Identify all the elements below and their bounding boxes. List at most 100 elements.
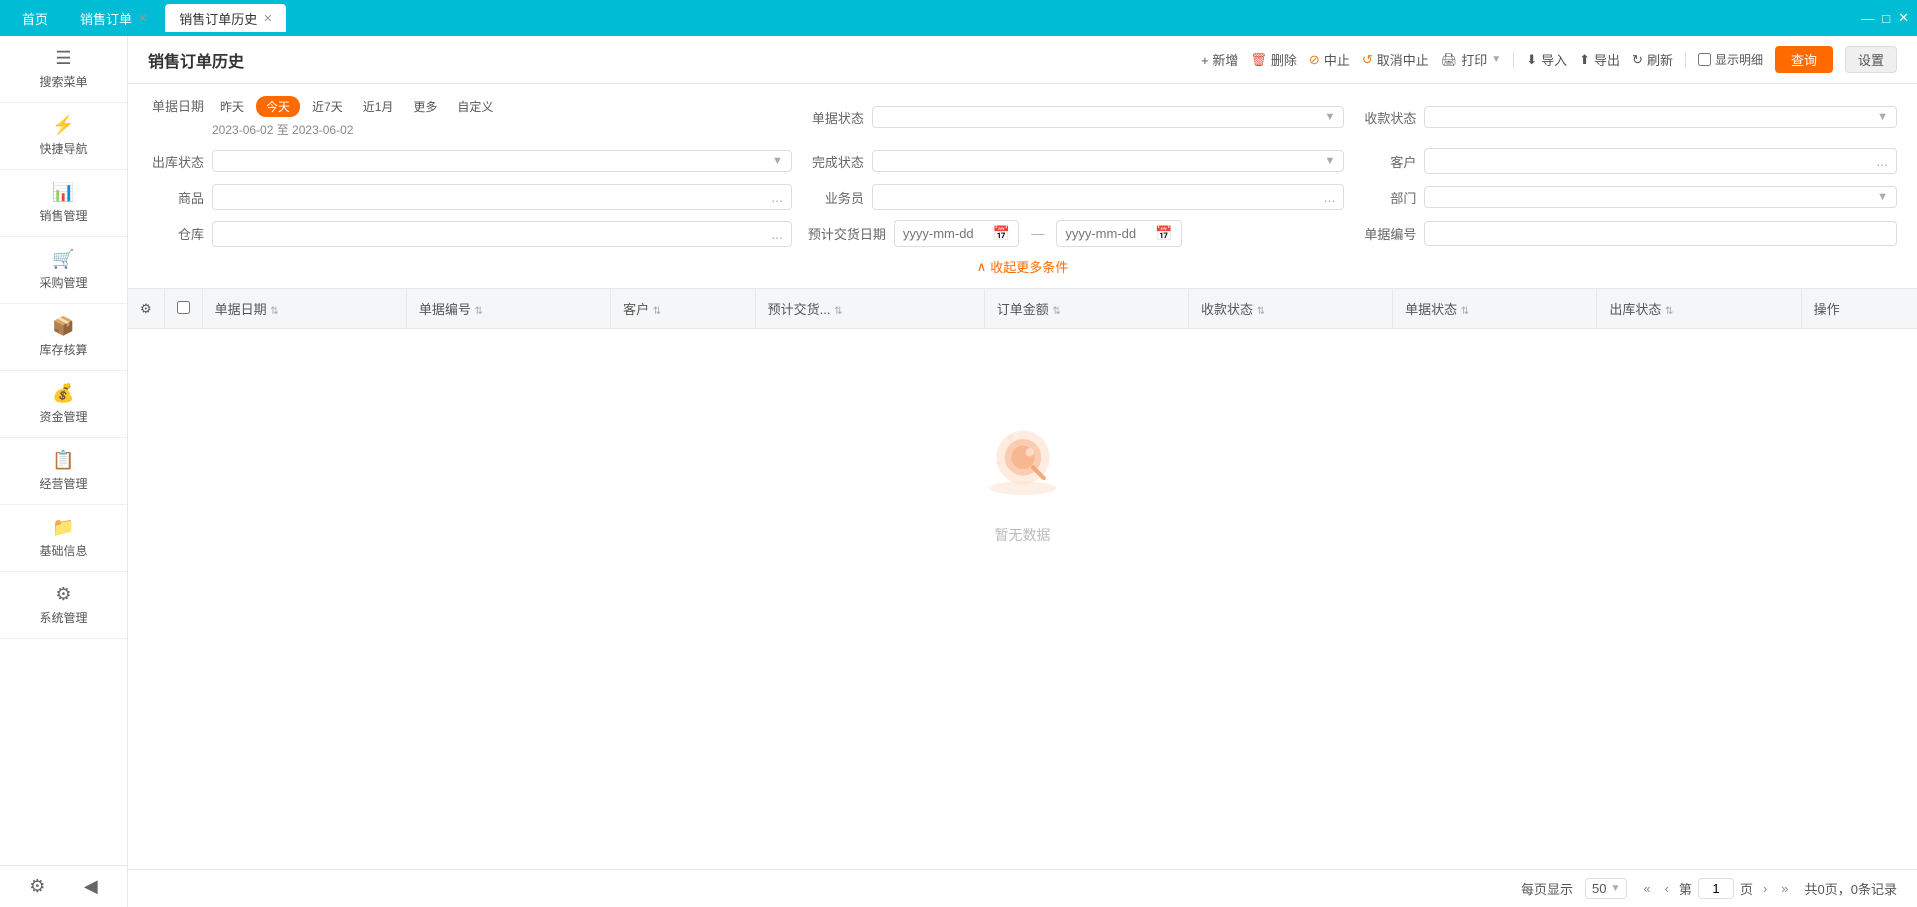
th-order-no-label: 单据编号	[419, 302, 471, 317]
tab-home[interactable]: 首页	[8, 4, 62, 32]
sidebar-item-ops-mgmt[interactable]: 📋 经营管理	[0, 438, 127, 505]
sidebar-toggle-btn[interactable]: ◀	[84, 876, 98, 897]
date-btn-custom[interactable]: 自定义	[449, 96, 501, 117]
outbound-status-select[interactable]: ▼	[212, 150, 792, 172]
delete-button[interactable]: 🗑 删除	[1250, 50, 1297, 69]
sidebar-item-basic-info-label: 基础信息	[39, 542, 87, 559]
collapse-up-icon: ∧	[977, 259, 987, 275]
display-details-input[interactable]	[1698, 53, 1711, 66]
date-btn-1month[interactable]: 近1月	[355, 96, 402, 117]
sidebar-item-stock-check-label: 库存核算	[39, 341, 87, 358]
th-date-sort-icon[interactable]: ⇅	[270, 306, 278, 317]
warehouse-dots-btn[interactable]: ...	[771, 226, 783, 242]
cancel-stop-button[interactable]: ↺ 取消中止	[1362, 50, 1429, 69]
th-customer-sort-icon[interactable]: ⇅	[653, 306, 661, 317]
prev-page-btn[interactable]: ‹	[1661, 879, 1673, 898]
goods-text-input[interactable]	[221, 190, 771, 205]
th-outbound-status-sort-icon[interactable]: ⇅	[1665, 306, 1673, 317]
sidebar-item-purchase-mgmt[interactable]: 🛒 采购管理	[0, 237, 127, 304]
order-no-text-input[interactable]	[1433, 226, 1888, 241]
sidebar-item-search-menu[interactable]: ☰ 搜索菜单	[0, 36, 127, 103]
export-button[interactable]: ⬆ 导出	[1579, 50, 1620, 69]
th-check[interactable]	[164, 289, 202, 329]
print-button[interactable]: 🖨 打印 ▼	[1441, 50, 1501, 69]
refresh-button[interactable]: ↻ 刷新	[1632, 50, 1673, 69]
sidebar-item-sys-mgmt[interactable]: ⚙ 系统管理	[0, 572, 127, 639]
tab-sales-order-close[interactable]: ✕	[138, 12, 147, 25]
select-all-checkbox[interactable]	[177, 301, 190, 314]
page-num-input[interactable]	[1698, 878, 1734, 899]
date-btn-yesterday[interactable]: 昨天	[212, 96, 252, 117]
new-button[interactable]: + 新增	[1201, 50, 1238, 69]
customer-input[interactable]: ...	[1424, 148, 1897, 174]
th-amount: 订单金额 ⇅	[984, 289, 1188, 329]
settings-icon[interactable]: ⚙	[140, 301, 152, 316]
completion-status-select[interactable]: ▼	[872, 150, 1345, 172]
salesperson-text-input[interactable]	[881, 190, 1324, 205]
sidebar-item-quick-nav[interactable]: ⚡ 快捷导航	[0, 103, 127, 170]
order-status-select[interactable]: ▼	[872, 106, 1345, 128]
last-page-btn[interactable]: »	[1777, 879, 1792, 898]
display-details-checkbox[interactable]: 显示明细	[1698, 51, 1763, 68]
date-filter-container: 单据日期 昨天 今天 近7天 近1月 更多 自定义 2023-06-02 至 2…	[148, 96, 792, 138]
delivery-date-start-input[interactable]: 📅	[894, 220, 1019, 247]
funds-mgmt-icon: 💰	[52, 383, 74, 404]
delivery-start-cal-icon[interactable]: 📅	[993, 225, 1010, 242]
filter-row-3: 商品 ... 业务员 ... 部门	[148, 184, 1897, 210]
first-page-btn[interactable]: «	[1639, 879, 1654, 898]
page-size-select[interactable]: 50 ▼	[1585, 878, 1627, 899]
tab-sales-order-history-close[interactable]: ✕	[263, 12, 272, 25]
receipt-status-select[interactable]: ▼	[1424, 106, 1897, 128]
date-btn-today[interactable]: 今天	[256, 96, 300, 117]
close-btn[interactable]: ✕	[1898, 10, 1909, 26]
delivery-end-input[interactable]	[1065, 226, 1155, 241]
order-no-input[interactable]	[1424, 221, 1897, 246]
th-customer-label: 客户	[623, 302, 649, 317]
customer-dots-btn[interactable]: ...	[1876, 153, 1888, 169]
th-order-status-sort-icon[interactable]: ⇅	[1461, 306, 1469, 317]
delivery-start-input[interactable]	[903, 226, 993, 241]
tab-sales-order-history[interactable]: 销售订单历史 ✕	[165, 4, 286, 32]
date-btn-more[interactable]: 更多	[405, 96, 445, 117]
th-order-no-sort-icon[interactable]: ⇅	[475, 306, 483, 317]
delivery-date-end-input[interactable]: 📅	[1056, 220, 1181, 247]
new-label: + 新增	[1201, 50, 1238, 69]
th-date-label: 单据日期	[215, 302, 267, 317]
stop-button[interactable]: ⊘ 中止	[1309, 50, 1350, 69]
th-receipt-status-sort-icon[interactable]: ⇅	[1257, 306, 1265, 317]
warehouse-input[interactable]: ...	[212, 221, 792, 247]
maximize-btn[interactable]: □	[1882, 11, 1890, 26]
sidebar-item-funds-mgmt[interactable]: 💰 资金管理	[0, 371, 127, 438]
warehouse-text-input[interactable]	[221, 226, 771, 241]
query-button[interactable]: 查询	[1775, 46, 1833, 73]
sidebar-item-stock-check[interactable]: 📦 库存核算	[0, 304, 127, 371]
th-delivery-sort-icon[interactable]: ⇅	[834, 306, 842, 317]
th-amount-sort-icon[interactable]: ⇅	[1052, 306, 1060, 317]
delivery-end-cal-icon[interactable]: 📅	[1155, 225, 1172, 242]
salesperson-dots-btn[interactable]: ...	[1324, 189, 1336, 205]
page-nav: « ‹ 第 页 › »	[1639, 878, 1792, 899]
sidebar-item-sales-mgmt[interactable]: 📊 销售管理	[0, 170, 127, 237]
collapse-more-btn[interactable]: ∧ 收起更多条件	[148, 257, 1897, 276]
salesperson-input[interactable]: ...	[872, 184, 1345, 210]
th-settings[interactable]: ⚙	[128, 289, 164, 329]
tab-sales-order[interactable]: 销售订单 ✕	[66, 4, 161, 32]
minimize-btn[interactable]: —	[1861, 11, 1874, 26]
next-page-btn[interactable]: ›	[1759, 879, 1771, 898]
customer-text-input[interactable]	[1433, 154, 1876, 169]
department-select[interactable]: ▼	[1424, 186, 1897, 208]
settings-button[interactable]: 设置	[1845, 46, 1897, 73]
goods-input[interactable]: ...	[212, 184, 792, 210]
goods-dots-btn[interactable]: ...	[771, 189, 783, 205]
sidebar-settings-btn[interactable]: ⚙	[29, 876, 45, 897]
date-btn-7days[interactable]: 近7天	[304, 96, 351, 117]
receipt-status-container: 收款状态 ▼	[1360, 106, 1897, 128]
import-label: 导入	[1541, 50, 1567, 69]
sidebar-item-search-menu-label: 搜索菜单	[39, 73, 87, 90]
sidebar-item-quick-nav-label: 快捷导航	[39, 140, 87, 157]
import-button[interactable]: ⬇ 导入	[1526, 50, 1567, 69]
filter-row-2: 出库状态 ▼ 完成状态 ▼ 客户	[148, 148, 1897, 174]
sidebar-item-basic-info[interactable]: 📁 基础信息	[0, 505, 127, 572]
goods-container: 商品 ...	[148, 184, 792, 210]
completion-status-label: 完成状态	[808, 152, 864, 171]
